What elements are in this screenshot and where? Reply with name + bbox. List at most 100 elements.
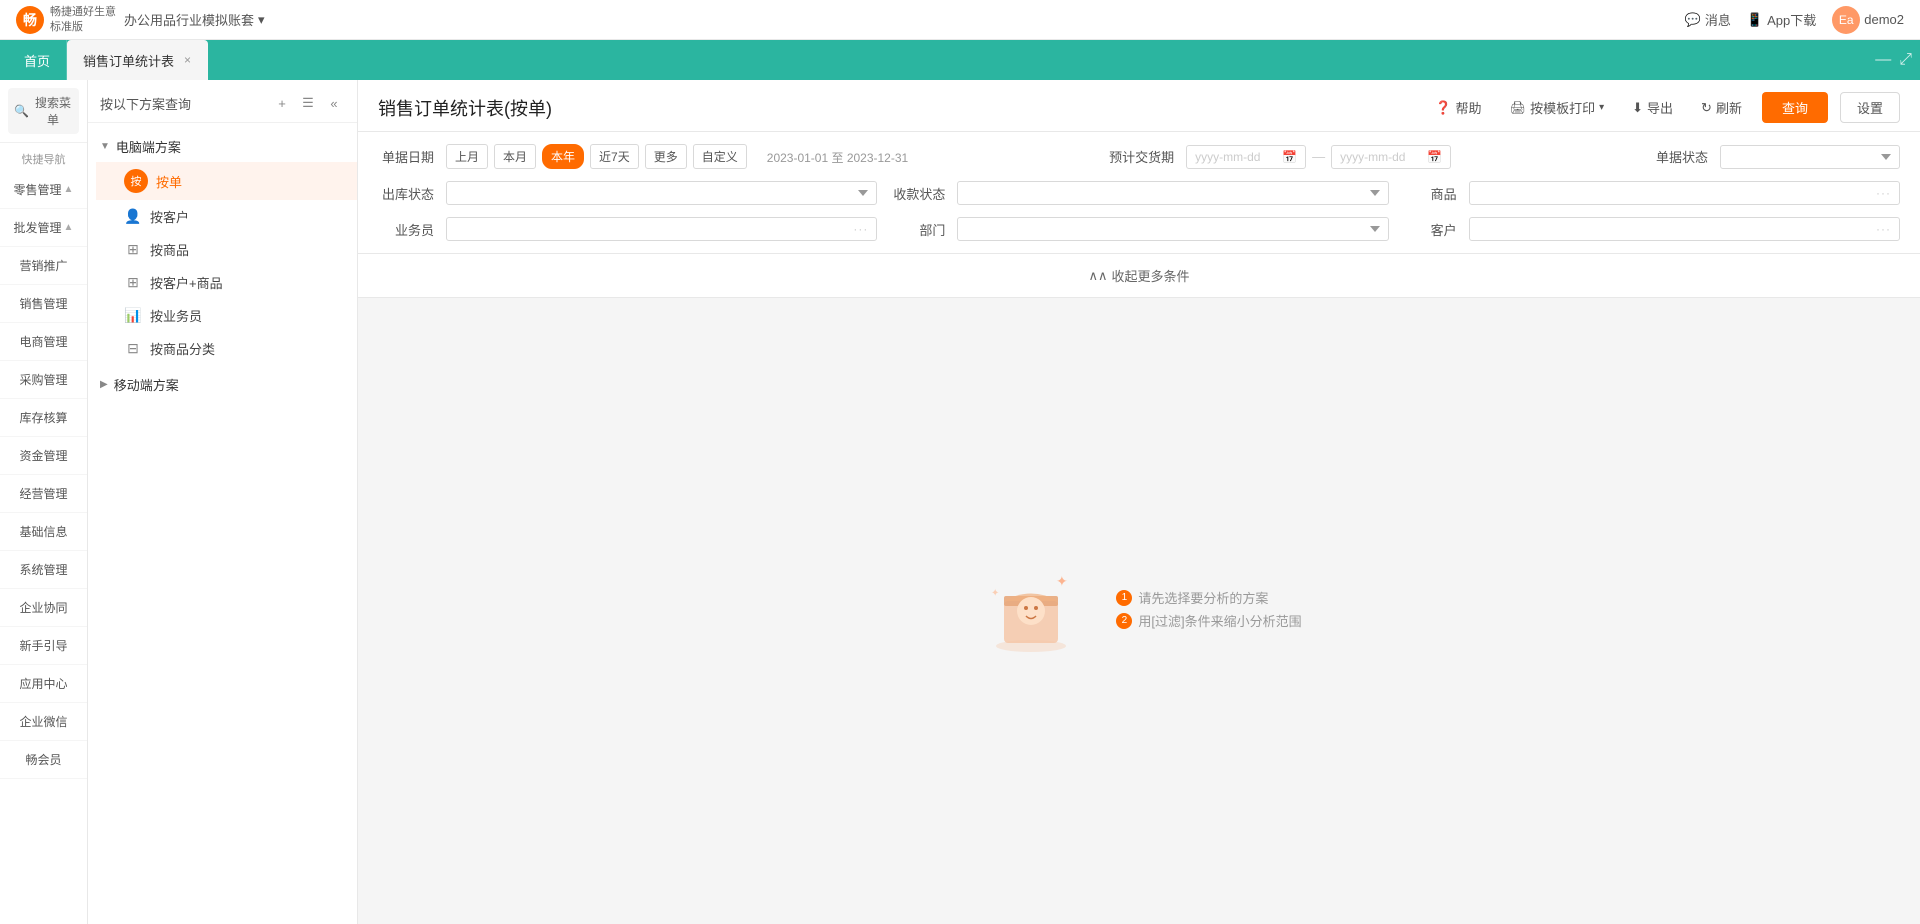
edit-scheme-btn[interactable]: ☰	[297, 92, 319, 114]
date-btn-last-month[interactable]: 上月	[446, 144, 488, 169]
sidebar-item-purchase-mgmt[interactable]: 采购管理	[0, 361, 87, 399]
scheme-icon-by-order: 按	[124, 169, 148, 193]
filter-more-section: ∧∧ 收起更多条件	[358, 254, 1920, 298]
query-btn[interactable]: 查询	[1762, 92, 1828, 123]
receive-status-label: 收款状态	[889, 184, 945, 203]
sidebar-item-inventory-calc[interactable]: 库存核算	[0, 399, 87, 437]
doc-status-select[interactable]	[1720, 145, 1900, 169]
customer-label: 客户	[1401, 220, 1457, 239]
main-layout: 🔍 搜索菜单 快捷导航 零售管理 ▲ 批发管理 ▲ 营销推广 销售管理 电商管理…	[0, 80, 1920, 924]
sidebar-search: 🔍 搜索菜单	[0, 80, 87, 143]
logo-area: 畅 畅捷通好生意 标准版	[16, 5, 116, 34]
date-range-text: 2023-01-01 至 2023-12-31	[767, 149, 908, 166]
sidebar-item-sales-mgmt[interactable]: 销售管理	[0, 285, 87, 323]
customer-select[interactable]: ···	[1469, 217, 1900, 241]
date-options: 上月 本月 本年 近7天 更多 自定义	[446, 144, 747, 169]
doc-status-label: 单据状态	[1652, 147, 1708, 166]
scheme-item-by-salesperson[interactable]: 📊 按业务员	[96, 299, 357, 332]
svg-text:✦: ✦	[1056, 573, 1068, 589]
window-maximize-btn[interactable]: ⤢	[1899, 51, 1912, 69]
scheme-item-by-goods-category[interactable]: ⊟ 按商品分类	[96, 332, 357, 365]
page-header-actions: ❓ 帮助 🖨 按模板打印 ▾ ⬇ 导出 ↻	[1427, 92, 1900, 123]
logo-icon: 畅	[16, 6, 44, 34]
left-panel-header-actions: + ☰ «	[271, 92, 345, 114]
calendar-icon-2: 📅	[1427, 150, 1442, 164]
help-btn[interactable]: ❓ 帮助	[1427, 94, 1489, 121]
sidebar-item-system-mgmt[interactable]: 系统管理	[0, 551, 87, 589]
tab-bar: 首页 销售订单统计表 × — ⤢	[0, 40, 1920, 80]
sidebar-item-basic-info[interactable]: 基础信息	[0, 513, 87, 551]
message-action[interactable]: 💬 消息	[1685, 10, 1731, 29]
goods-label: 商品	[1401, 184, 1457, 203]
date-btn-this-year[interactable]: 本年	[542, 144, 584, 169]
scheme-icon-by-goods: ⊞	[124, 241, 142, 259]
sidebar-item-ecommerce-mgmt[interactable]: 电商管理	[0, 323, 87, 361]
delivery-date-group: yyyy-mm-dd 📅 — yyyy-mm-dd 📅	[1186, 145, 1451, 169]
ship-status-block	[446, 181, 877, 205]
top-bar-title[interactable]: 办公用品行业模拟账套 ▾	[124, 10, 265, 29]
avatar: Ea	[1832, 6, 1860, 34]
collapse-panel-btn[interactable]: «	[323, 92, 345, 114]
tree-arrow-icon-mobile: ▶	[100, 379, 108, 390]
add-scheme-btn[interactable]: +	[271, 92, 293, 114]
tab-sales-stats[interactable]: 销售订单统计表 ×	[67, 40, 208, 80]
dept-select[interactable]	[957, 217, 1388, 241]
dept-block	[957, 217, 1388, 241]
empty-svg: ✦ ✦	[976, 556, 1086, 666]
customer-block: ···	[1469, 217, 1900, 241]
tree-arrow-icon: ▼	[100, 141, 110, 152]
template-print-btn[interactable]: 🖨 按模板打印 ▾	[1502, 94, 1613, 121]
export-btn[interactable]: ⬇ 导出	[1624, 94, 1681, 121]
sidebar-item-enterprise-wechat[interactable]: 企业微信	[0, 703, 87, 741]
sidebar-item-wholesale-mgmt[interactable]: 批发管理 ▲	[0, 209, 87, 247]
scheme-item-by-customer-goods[interactable]: ⊞ 按客户+商品	[96, 266, 357, 299]
sidebar-item-new-guide[interactable]: 新手引导	[0, 627, 87, 665]
calendar-icon: 📅	[1282, 150, 1297, 164]
collapse-icon: ∧∧	[1088, 268, 1107, 284]
goods-select[interactable]: ···	[1469, 181, 1900, 205]
sidebar-item-app-center[interactable]: 应用中心	[0, 665, 87, 703]
ship-status-select[interactable]	[446, 181, 877, 205]
settings-btn[interactable]: 设置	[1840, 92, 1900, 123]
scheme-icon-by-salesperson: 📊	[124, 307, 142, 325]
right-content: 销售订单统计表(按单) ❓ 帮助 🖨 按模板打印 ▾ ⬇	[358, 80, 1920, 924]
scheme-item-by-customer[interactable]: 👤 按客户	[96, 200, 357, 233]
scheme-item-by-order[interactable]: 按 按单	[96, 162, 357, 200]
date-btn-custom[interactable]: 自定义	[693, 144, 747, 169]
left-panel-title: 按以下方案查询	[100, 94, 265, 113]
user-area[interactable]: Ea demo2	[1832, 6, 1904, 34]
app-download-action[interactable]: 📱 App下载	[1747, 10, 1816, 29]
chevron-icon: ▲	[64, 184, 74, 195]
empty-hints: 1 请先选择要分析的方案 2 用[过滤]条件来缩小分析范围	[1116, 588, 1301, 634]
app-icon: 📱	[1747, 12, 1763, 28]
sidebar-item-member[interactable]: 畅会员	[0, 741, 87, 779]
tab-home[interactable]: 首页	[8, 40, 67, 80]
receive-status-select[interactable]	[957, 181, 1388, 205]
tab-close-btn[interactable]: ×	[184, 53, 191, 67]
delivery-date-to[interactable]: yyyy-mm-dd 📅	[1331, 145, 1451, 169]
window-minimize-btn[interactable]: —	[1875, 51, 1891, 69]
pc-scheme-header[interactable]: ▼ 电脑端方案	[88, 131, 357, 162]
svg-text:✦: ✦	[991, 588, 999, 599]
search-menu-btn[interactable]: 🔍 搜索菜单	[8, 88, 79, 134]
sidebar-item-retail-mgmt[interactable]: 零售管理 ▲	[0, 171, 87, 209]
delivery-date-from[interactable]: yyyy-mm-dd 📅	[1186, 145, 1306, 169]
sidebar-item-marketing[interactable]: 营销推广	[0, 247, 87, 285]
collapse-conditions-btn[interactable]: ∧∧ 收起更多条件	[1076, 262, 1201, 289]
message-icon: 💬	[1685, 12, 1701, 28]
export-icon: ⬇	[1632, 100, 1643, 116]
sidebar-item-enterprise-collab[interactable]: 企业协同	[0, 589, 87, 627]
date-btn-more[interactable]: 更多	[645, 144, 687, 169]
sidebar-nav-label: 快捷导航	[0, 143, 87, 171]
scheme-item-by-goods[interactable]: ⊞ 按商品	[96, 233, 357, 266]
top-bar-left: 畅 畅捷通好生意 标准版 办公用品行业模拟账套 ▾	[16, 5, 265, 34]
sidebar-item-ops-mgmt[interactable]: 经营管理	[0, 475, 87, 513]
refresh-btn[interactable]: ↻ 刷新	[1693, 94, 1750, 121]
date-btn-this-month[interactable]: 本月	[494, 144, 536, 169]
help-icon: ❓	[1435, 100, 1451, 116]
date-btn-last-7-days[interactable]: 近7天	[590, 144, 639, 169]
sidebar-item-finance-mgmt[interactable]: 资金管理	[0, 437, 87, 475]
receive-status-block	[957, 181, 1388, 205]
salesperson-select[interactable]: ···	[446, 217, 877, 241]
mobile-scheme-header[interactable]: ▶ 移动端方案	[88, 369, 357, 400]
